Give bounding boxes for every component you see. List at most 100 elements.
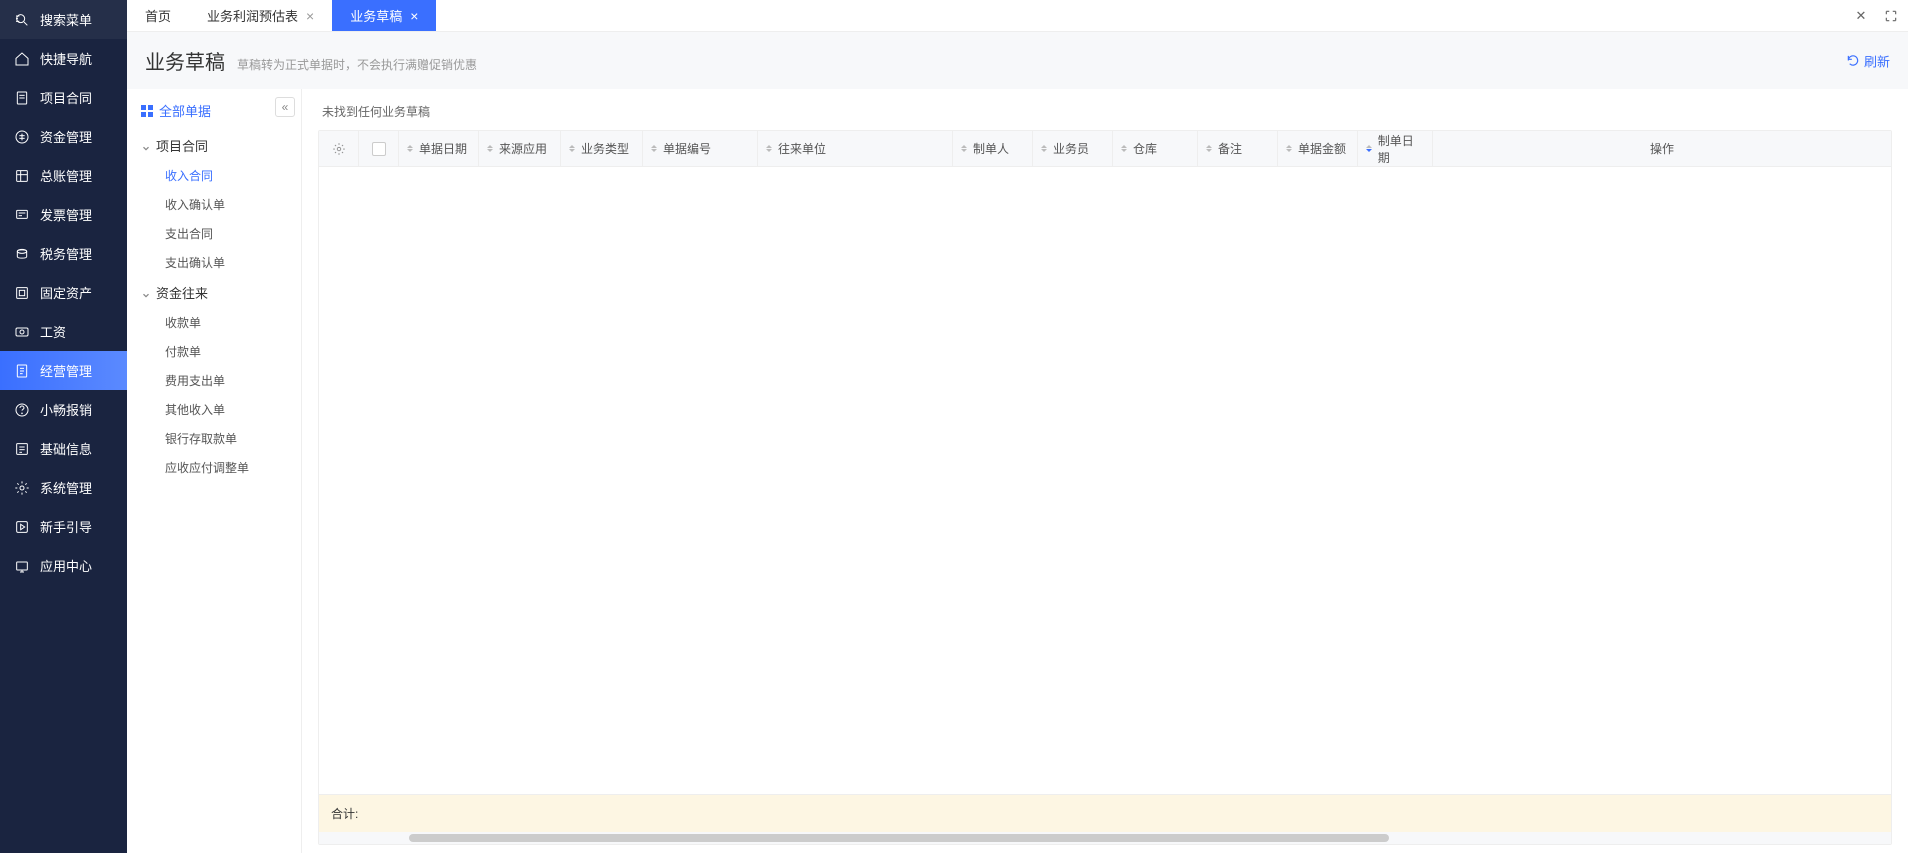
sidebar-item-fund[interactable]: 资金管理: [0, 117, 127, 156]
sidebar-label: 资金管理: [40, 127, 92, 146]
filter-leaf-income-contract[interactable]: 收入合同: [127, 161, 301, 190]
column-maker[interactable]: 制单人: [953, 131, 1033, 166]
close-icon[interactable]: ×: [410, 9, 418, 23]
sidebar-item-tax[interactable]: 税务管理: [0, 234, 127, 273]
sort-icon: [407, 145, 415, 152]
horizontal-scrollbar[interactable]: [319, 832, 1891, 844]
search-icon: [14, 12, 30, 28]
table: 单据日期 来源应用 业务类型 单据编号 往来单位 制单人 业务员 仓库 备注 单…: [318, 130, 1892, 845]
page-header: 业务草稿 草稿转为正式单据时，不会执行满赠促销优惠 刷新: [127, 32, 1908, 89]
chevron-down-icon: [141, 288, 151, 298]
filter-leaf-bank-transfer[interactable]: 银行存取款单: [127, 424, 301, 453]
sort-icon: [766, 145, 774, 152]
sort-icon: [651, 145, 659, 152]
sidebar-item-guide[interactable]: 新手引导: [0, 507, 127, 546]
content-area: 未找到任何业务草稿 单据日期 来源应用 业务类型 单据编号 往来单位: [302, 89, 1908, 853]
select-all-checkbox[interactable]: [372, 142, 386, 156]
grid-icon: [141, 105, 153, 117]
sidebar-item-search[interactable]: 搜索菜单: [0, 0, 127, 39]
fullscreen-icon[interactable]: [1882, 7, 1900, 25]
home-icon: [14, 51, 30, 67]
sort-icon: [1366, 145, 1374, 152]
page-hint: 草稿转为正式单据时，不会执行满赠促销优惠: [237, 56, 477, 73]
business-icon: [14, 363, 30, 379]
reimburse-icon: [14, 402, 30, 418]
filter-group-contract[interactable]: 项目合同: [127, 130, 301, 161]
refresh-button[interactable]: 刷新: [1846, 51, 1890, 70]
sidebar-label: 项目合同: [40, 88, 92, 107]
column-amount[interactable]: 单据金额: [1278, 131, 1358, 166]
refresh-icon: [1846, 54, 1860, 68]
sidebar-item-system[interactable]: 系统管理: [0, 468, 127, 507]
sidebar-label: 发票管理: [40, 205, 92, 224]
sort-icon: [961, 145, 969, 152]
filter-panel: « 全部单据 项目合同 收入合同 收入确认单 支出合同 支出确认单 资金往来 收…: [127, 89, 302, 853]
sidebar-label: 固定资产: [40, 283, 92, 302]
top-actions: ✕: [1852, 7, 1900, 25]
sort-icon: [1286, 145, 1294, 152]
footer-total-label: 合计:: [331, 807, 358, 821]
collapse-panel-button[interactable]: «: [275, 97, 295, 117]
column-biz-type[interactable]: 业务类型: [561, 131, 643, 166]
guide-icon: [14, 519, 30, 535]
scrollbar-thumb[interactable]: [409, 834, 1389, 842]
filter-leaf-expense-bill[interactable]: 费用支出单: [127, 366, 301, 395]
filter-group-fund[interactable]: 资金往来: [127, 277, 301, 308]
sidebar-label: 基础信息: [40, 439, 92, 458]
filter-leaf-other-income[interactable]: 其他收入单: [127, 395, 301, 424]
sidebar-item-quicknav[interactable]: 快捷导航: [0, 39, 127, 78]
close-icon[interactable]: ×: [306, 9, 314, 23]
tab-profit-estimate[interactable]: 业务利润预估表 ×: [189, 0, 332, 31]
tax-icon: [14, 246, 30, 262]
sidebar-label: 快捷导航: [40, 49, 92, 68]
sidebar-item-asset[interactable]: 固定资产: [0, 273, 127, 312]
sidebar-item-contract[interactable]: 项目合同: [0, 78, 127, 117]
salary-icon: [14, 324, 30, 340]
sidebar-item-salary[interactable]: 工资: [0, 312, 127, 351]
sidebar-item-business[interactable]: 经营管理: [0, 351, 127, 390]
column-warehouse[interactable]: 仓库: [1113, 131, 1198, 166]
gear-icon: [332, 142, 346, 156]
column-partner[interactable]: 往来单位: [758, 131, 953, 166]
filter-leaf-receipt[interactable]: 收款单: [127, 308, 301, 337]
column-checkbox: [359, 131, 399, 166]
sidebar-item-invoice[interactable]: 发票管理: [0, 195, 127, 234]
invoice-icon: [14, 207, 30, 223]
column-salesperson[interactable]: 业务员: [1033, 131, 1113, 166]
sidebar-item-ledger[interactable]: 总账管理: [0, 156, 127, 195]
body: « 全部单据 项目合同 收入合同 收入确认单 支出合同 支出确认单 资金往来 收…: [127, 89, 1908, 853]
chevron-down-icon: [141, 141, 151, 151]
column-create-date[interactable]: 制单日期: [1358, 131, 1433, 166]
sidebar-label: 工资: [40, 322, 66, 341]
main-sidebar: 搜索菜单 快捷导航 项目合同 资金管理 总账管理 发票管理 税务管理 固定资产: [0, 0, 127, 853]
sort-icon: [569, 145, 577, 152]
filter-leaf-expense-confirm[interactable]: 支出确认单: [127, 248, 301, 277]
page-title: 业务草稿: [145, 46, 225, 75]
sidebar-item-appcenter[interactable]: 应用中心: [0, 546, 127, 585]
filter-all-label: 全部单据: [159, 101, 211, 120]
tab-business-draft[interactable]: 业务草稿 ×: [332, 0, 436, 31]
close-all-icon[interactable]: ✕: [1852, 7, 1870, 25]
column-source-app[interactable]: 来源应用: [479, 131, 561, 166]
sidebar-item-baseinfo[interactable]: 基础信息: [0, 429, 127, 468]
sidebar-label: 总账管理: [40, 166, 92, 185]
tab-label: 业务草稿: [350, 6, 402, 25]
sidebar-label: 小畅报销: [40, 400, 92, 419]
tabs-row: 首页 业务利润预估表 × 业务草稿 × ✕: [127, 0, 1908, 32]
tab-home[interactable]: 首页: [127, 0, 189, 31]
filter-leaf-payment[interactable]: 付款单: [127, 337, 301, 366]
base-icon: [14, 441, 30, 457]
sort-icon: [1121, 145, 1129, 152]
sidebar-item-reimburse[interactable]: 小畅报销: [0, 390, 127, 429]
column-actions: 操作: [1433, 131, 1891, 166]
filter-group-label: 项目合同: [156, 136, 208, 155]
filter-leaf-income-confirm[interactable]: 收入确认单: [127, 190, 301, 219]
empty-message: 未找到任何业务草稿: [318, 101, 1892, 130]
column-doc-date[interactable]: 单据日期: [399, 131, 479, 166]
table-header: 单据日期 来源应用 业务类型 单据编号 往来单位 制单人 业务员 仓库 备注 单…: [319, 131, 1891, 167]
filter-leaf-expense-contract[interactable]: 支出合同: [127, 219, 301, 248]
filter-leaf-ar-ap-adjust[interactable]: 应收应付调整单: [127, 453, 301, 482]
column-doc-no[interactable]: 单据编号: [643, 131, 758, 166]
column-note[interactable]: 备注: [1198, 131, 1278, 166]
column-settings[interactable]: [319, 131, 359, 166]
